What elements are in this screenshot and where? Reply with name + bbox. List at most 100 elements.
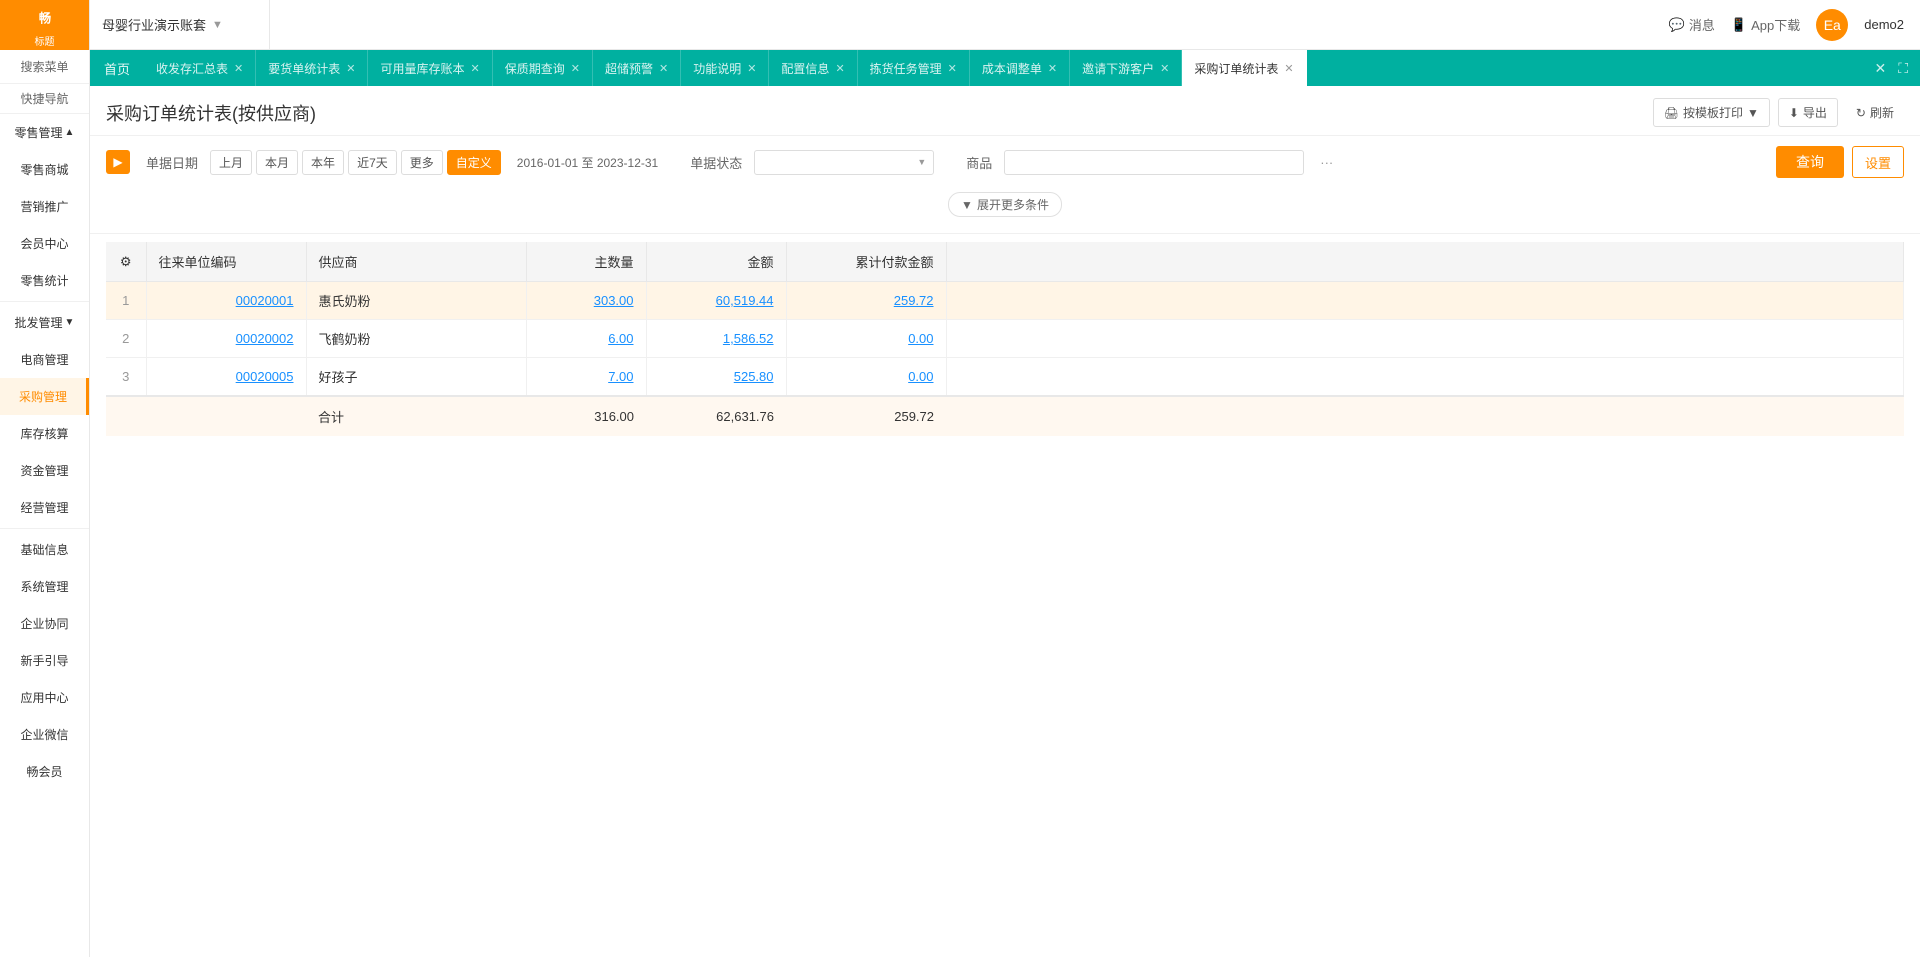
user-name[interactable]: demo2	[1864, 17, 1904, 32]
sidebar-item-finance[interactable]: 资金管理	[0, 452, 89, 489]
page-content: 采购订单统计表(按供应商) 🖨 按模板打印 ▼ ⬇ 导出 ↻ 刷新	[90, 86, 1920, 957]
tab-close-icon[interactable]: ✕	[659, 62, 668, 75]
sidebar-item-wholesale[interactable]: 批发管理 ▼	[0, 304, 89, 341]
sidebar-item-retail-stats[interactable]: 零售统计	[0, 262, 89, 299]
tab-close-icon[interactable]: ✕	[1048, 62, 1057, 75]
goods-more-icon[interactable]: ···	[1316, 155, 1337, 170]
footer-label: 合计	[306, 396, 526, 436]
sidebar-item-inventory[interactable]: 库存核算	[0, 415, 89, 452]
sidebar-item-app-center[interactable]: 应用中心	[0, 679, 89, 716]
settings-icon[interactable]: ⚙	[120, 254, 132, 269]
tab-keyong[interactable]: 可用量库存账本 ✕	[368, 50, 492, 86]
divider-2	[0, 528, 89, 529]
status-select[interactable]	[754, 150, 934, 175]
tab-close-icon[interactable]: ✕	[234, 62, 243, 75]
tab-bar-actions: ✕ ⛶	[1870, 56, 1920, 81]
row-qty[interactable]: 7.00	[526, 358, 646, 397]
sidebar-item-retail-mall[interactable]: 零售商城	[0, 151, 89, 188]
tab-close-icon[interactable]: ✕	[1284, 62, 1293, 75]
tab-baoxian[interactable]: 保质期查询 ✕	[493, 50, 593, 86]
search-menu[interactable]: 搜索菜单	[0, 50, 89, 84]
refresh-button[interactable]: ↻ 刷新	[1846, 99, 1904, 126]
row-paid[interactable]: 259.72	[786, 282, 946, 320]
date-this-year-btn[interactable]: 本年	[302, 150, 344, 175]
row-code[interactable]: 00020005	[146, 358, 306, 397]
toggle-filter-btn[interactable]: ▶	[106, 150, 130, 174]
app-download-btn[interactable]: 📱 App下载	[1731, 15, 1800, 34]
row-paid[interactable]: 0.00	[786, 320, 946, 358]
query-button[interactable]: 查询	[1776, 146, 1844, 178]
logo-label: 标题	[35, 33, 55, 48]
col-settings-header[interactable]: ⚙	[106, 242, 146, 282]
sidebar-item-enterprise[interactable]: 企业协同	[0, 605, 89, 642]
page-header: 采购订单统计表(按供应商) 🖨 按模板打印 ▼ ⬇ 导出 ↻ 刷新	[90, 86, 1920, 136]
export-button[interactable]: ⬇ 导出	[1778, 98, 1838, 127]
svg-text:畅: 畅	[38, 10, 50, 25]
sidebar-item-new-guide[interactable]: 新手引导	[0, 642, 89, 679]
row-code[interactable]: 00020002	[146, 320, 306, 358]
print-icon: 🖨	[1664, 106, 1679, 120]
tab-close-icon[interactable]: ✕	[346, 62, 355, 75]
row-code[interactable]: 00020001	[146, 282, 306, 320]
row-amount[interactable]: 525.80	[646, 358, 786, 397]
workspace-selector[interactable]: 母婴行业演示账套 ▼	[90, 0, 270, 50]
settings-button[interactable]: 设置	[1852, 146, 1904, 178]
tab-gongneng[interactable]: 功能说明 ✕	[681, 50, 769, 86]
row-amount[interactable]: 60,519.44	[646, 282, 786, 320]
tab-close-icon[interactable]: ✕	[571, 62, 580, 75]
date-7days-btn[interactable]: 近7天	[348, 150, 397, 175]
sidebar-item-wechat[interactable]: 企业微信	[0, 716, 89, 753]
sidebar-item-ecommerce[interactable]: 电商管理	[0, 341, 89, 378]
tab-paihuorenwu[interactable]: 拣货任务管理 ✕	[858, 50, 970, 86]
date-this-month-btn[interactable]: 本月	[256, 150, 298, 175]
tab-shoufa[interactable]: 收发存汇总表 ✕	[144, 50, 256, 86]
tab-yaoqing[interactable]: 邀请下游客户 ✕	[1070, 50, 1182, 86]
goods-input[interactable]	[1004, 150, 1304, 175]
tab-close-icon[interactable]: ✕	[747, 62, 756, 75]
tab-close-icon[interactable]: ✕	[835, 62, 844, 75]
sidebar-item-operation[interactable]: 经营管理	[0, 489, 89, 526]
goods-filter-label: 商品	[966, 153, 992, 172]
tab-close-icon[interactable]: ✕	[948, 62, 957, 75]
tab-chaochuu[interactable]: 超储预警 ✕	[593, 50, 681, 86]
row-qty[interactable]: 303.00	[526, 282, 646, 320]
user-avatar[interactable]: Ea	[1816, 9, 1848, 41]
sidebar-item-purchase[interactable]: 采购管理	[0, 378, 89, 415]
date-last-month-btn[interactable]: 上月	[210, 150, 252, 175]
row-supplier: 飞鹤奶粉	[306, 320, 526, 358]
expand-conditions-btn[interactable]: ▼ 展开更多条件	[948, 192, 1062, 217]
print-button[interactable]: 🖨 按模板打印 ▼	[1653, 98, 1770, 127]
workspace-name: 母婴行业演示账套	[102, 15, 206, 34]
sidebar-item-retail-mgmt[interactable]: 零售管理 ▲	[0, 114, 89, 151]
row-num: 2	[106, 320, 146, 358]
tab-close-icon[interactable]: ✕	[471, 62, 480, 75]
tab-home[interactable]: 首页	[90, 50, 144, 86]
download-icon: 📱	[1731, 17, 1747, 33]
date-custom-btn[interactable]: 自定义	[447, 150, 501, 175]
col-amount-header: 金额	[646, 242, 786, 282]
table-footer-row: 合计 316.00 62,631.76 259.72	[106, 396, 1904, 436]
sidebar-item-member2[interactable]: 畅会员	[0, 753, 89, 790]
tab-close-icon[interactable]: ✕	[1160, 62, 1169, 75]
filter-row-1: ▶ 单据日期 上月 本月 本年 近7天 更多 自定义 2016-01-01 至 …	[106, 146, 1904, 178]
message-btn[interactable]: 💬 消息	[1669, 15, 1715, 34]
row-expand	[946, 282, 1904, 320]
quick-nav[interactable]: 快捷导航	[0, 84, 89, 114]
sidebar-item-marketing[interactable]: 营销推广	[0, 188, 89, 225]
sidebar-item-basic-info[interactable]: 基础信息	[0, 531, 89, 568]
tab-caigou[interactable]: 采购订单统计表 ✕	[1182, 50, 1306, 86]
sidebar-item-member[interactable]: 会员中心	[0, 225, 89, 262]
row-amount[interactable]: 1,586.52	[646, 320, 786, 358]
sidebar-item-system[interactable]: 系统管理	[0, 568, 89, 605]
row-qty[interactable]: 6.00	[526, 320, 646, 358]
tab-close-all-icon[interactable]: ✕	[1870, 56, 1890, 81]
tab-yaohuo[interactable]: 要货单统计表 ✕	[256, 50, 368, 86]
tab-peizhi[interactable]: 配置信息 ✕	[769, 50, 857, 86]
header-actions: 🖨 按模板打印 ▼ ⬇ 导出 ↻ 刷新	[1653, 98, 1904, 127]
table-row: 2 00020002 飞鹤奶粉 6.00 1,586.52 0.00	[106, 320, 1904, 358]
tab-fullscreen-icon[interactable]: ⛶	[1894, 56, 1912, 81]
row-paid[interactable]: 0.00	[786, 358, 946, 397]
tab-chengben[interactable]: 成本调整单 ✕	[970, 50, 1070, 86]
date-more-btn[interactable]: 更多	[401, 150, 443, 175]
app-logo[interactable]: 畅 标题	[0, 0, 89, 50]
